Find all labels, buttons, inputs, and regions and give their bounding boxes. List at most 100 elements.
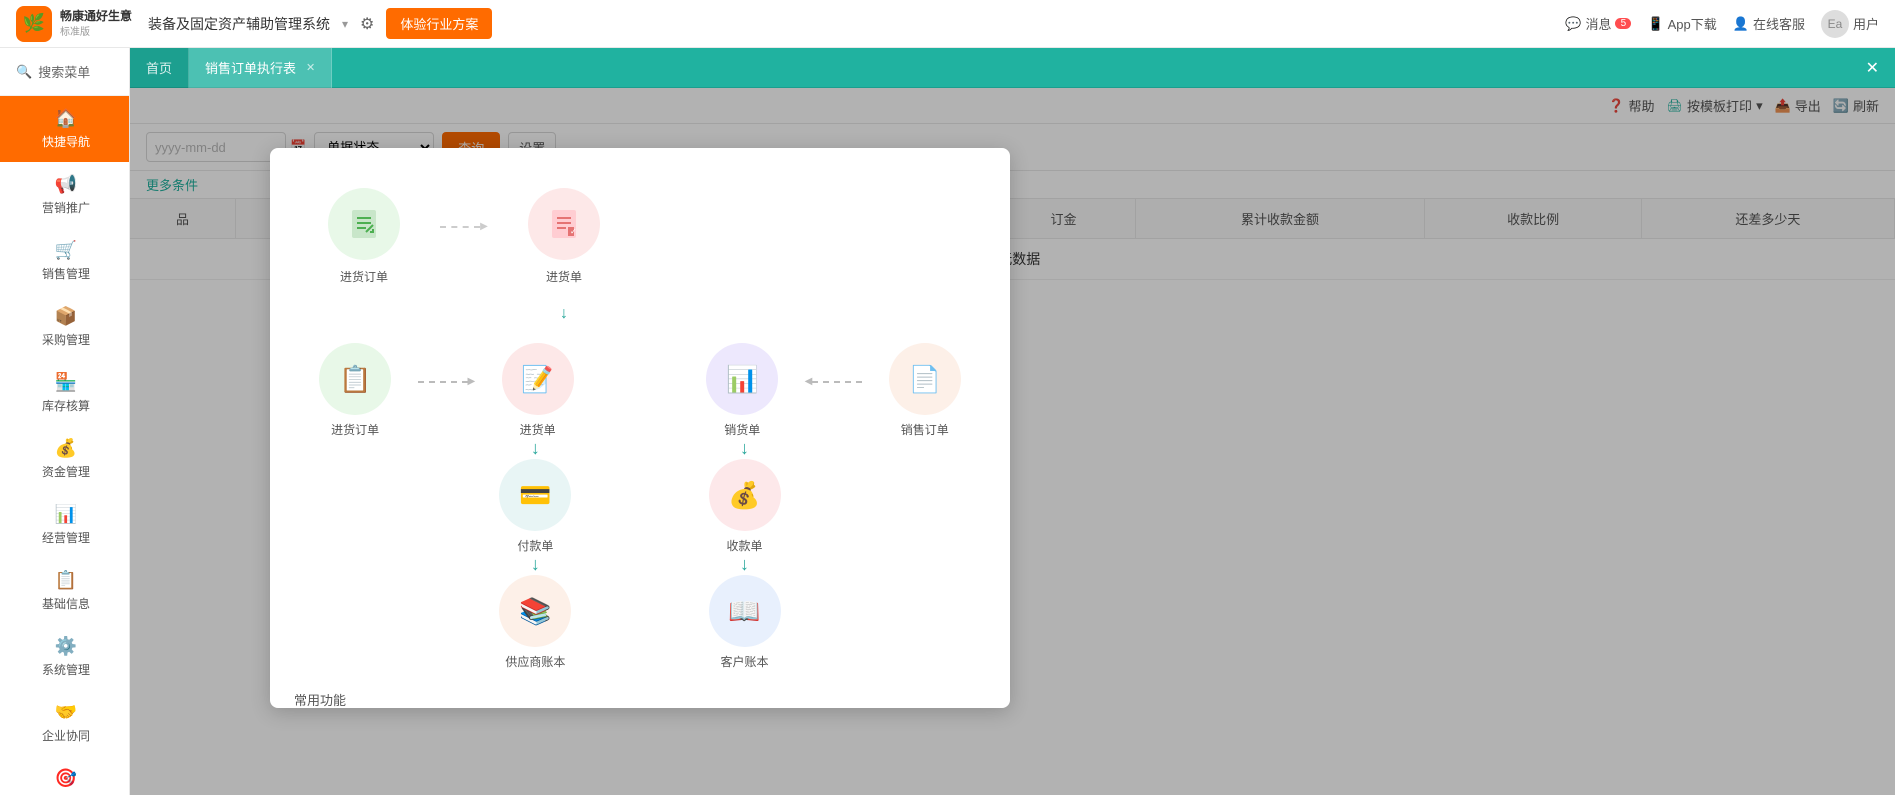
search-icon: 🔍 <box>16 64 32 80</box>
purchase-order-icon-circle: 📋 <box>319 343 391 415</box>
online-service-action[interactable]: 👤 在线客服 <box>1733 14 1805 33</box>
flow-row-arrows-down: ↓ ↓ <box>294 438 986 459</box>
common-functions: 常用功能 商品 往来单位 现存量(库存状况表) 现存量(库存分布表) 销售毛利分… <box>294 690 986 708</box>
down-arrow-purchase: ↓ <box>475 438 595 459</box>
flow-row-3: 💳 付款单 💰 收款单 <box>294 459 986 554</box>
sidebar-item-purchase[interactable]: 📦 采购管理 <box>0 294 129 360</box>
node-purchase-bill[interactable]: 📝 进货单 <box>478 343 598 438</box>
search-menu-btn[interactable]: 🔍 搜索菜单 <box>8 58 121 85</box>
trial-button[interactable]: 体验行业方案 <box>386 8 492 39</box>
user-area[interactable]: Ea 用户 <box>1821 10 1879 38</box>
node-supplier-ledger[interactable]: 📚 供应商账本 <box>475 575 595 670</box>
modal-box: 进货订单 ▶ ✓ <box>270 148 1010 708</box>
system-settings-icon[interactable]: ⚙ <box>360 14 374 34</box>
logo-title: 畅康通好生意 <box>60 9 132 23</box>
sales-bill-icon-circle: 📊 <box>706 343 778 415</box>
logo-subtitle: 标准版 <box>60 23 132 38</box>
purchase-order-circle <box>328 188 400 260</box>
customer-ledger-node-label: 客户账本 <box>721 653 769 670</box>
header-right: 💬 消息 5 📱 App下载 👤 在线客服 Ea 用户 <box>1565 10 1879 38</box>
message-icon: 💬 <box>1565 16 1581 32</box>
purchase-bill-circle: ✓ <box>528 188 600 260</box>
node-purchase-order[interactable]: 📋 进货订单 <box>295 343 415 438</box>
sidebar-item-finance[interactable]: 💰 资金管理 <box>0 426 129 492</box>
sidebar-item-quick-nav[interactable]: 🏠 快捷导航 <box>0 96 129 162</box>
sidebar-item-system-label: 系统管理 <box>42 661 90 678</box>
home-tab-label: 首页 <box>146 58 172 77</box>
tab-close-icon[interactable]: ✕ <box>306 61 315 74</box>
customer-ledger-icon-circle: 📖 <box>709 575 781 647</box>
tab-home[interactable]: 首页 <box>130 48 189 88</box>
header-left: 🌿 畅康通好生意 标准版 装备及固定资产辅助管理系统 ▾ ⚙ 体验行业方案 <box>16 6 492 42</box>
sidebar-item-inventory-label: 库存核算 <box>42 397 90 414</box>
main-layout: 🔍 搜索菜单 🏠 快捷导航 📢 营销推广 🛒 销售管理 📦 采购管理 <box>0 48 1895 795</box>
tab-bar-close-btn[interactable]: ✕ <box>1850 58 1895 78</box>
node-sales-bill[interactable]: 📊 销货单 <box>682 343 802 438</box>
node-sales-order[interactable]: 📄 销售订单 <box>865 343 985 438</box>
system-dropdown-arrow[interactable]: ▾ <box>342 17 348 31</box>
purchase-bill-label: 进货单 <box>546 268 582 285</box>
message-action[interactable]: 💬 消息 5 <box>1565 14 1631 33</box>
sales-order-node-label: 销售订单 <box>901 421 949 438</box>
logo-text: 畅康通好生意 标准版 <box>60 9 132 38</box>
purchase-bill-icon-circle: 📝 <box>502 343 574 415</box>
sidebar-item-inventory[interactable]: 🏪 库存核算 <box>0 360 129 426</box>
svg-text:✓: ✓ <box>570 227 577 236</box>
purchase-order-node-label: 进货订单 <box>331 421 379 438</box>
common-functions-title: 常用功能 <box>294 690 986 708</box>
avatar-text: Ea <box>1828 17 1843 31</box>
sidebar-item-marketing[interactable]: 📢 营销推广 <box>0 162 129 228</box>
flow-row-arrows-down-2: ↓ ↓ <box>294 554 986 575</box>
sidebar-item-purchase-label: 采购管理 <box>42 331 90 348</box>
flow-node-sales-order[interactable] <box>756 221 772 253</box>
modal-overlay[interactable]: 进货订单 ▶ ✓ <box>130 88 1895 795</box>
purchase-bill-node-label: 进货单 <box>520 421 556 438</box>
full-flow-diagram: 📋 进货订单 ▶ <box>294 343 986 670</box>
enterprise-icon: 🤝 <box>55 702 77 723</box>
flow-node-purchase-bill[interactable]: ✓ 进货单 <box>520 172 608 301</box>
sidebar-item-quick-nav-label: 快捷导航 <box>42 133 90 150</box>
download-icon: 📱 <box>1647 16 1663 32</box>
inventory-icon: 🏪 <box>55 372 77 393</box>
sidebar-item-sales-label: 销售管理 <box>42 265 90 282</box>
sidebar-item-enterprise[interactable]: 🤝 企业协同 <box>0 690 129 756</box>
sidebar-item-operations[interactable]: 📊 经营管理 <box>0 492 129 558</box>
sidebar-item-marketing-label: 营销推广 <box>42 199 90 216</box>
user-name-label: 用户 <box>1853 14 1879 33</box>
top-header: 🌿 畅康通好生意 标准版 装备及固定资产辅助管理系统 ▾ ⚙ 体验行业方案 💬 … <box>0 0 1895 48</box>
sidebar-item-basic-info-label: 基础信息 <box>42 595 90 612</box>
sidebar-item-guide[interactable]: 🎯 新手引导 <box>0 756 129 795</box>
marketing-icon: 📢 <box>55 174 77 195</box>
app-download-action[interactable]: 📱 App下载 <box>1647 14 1716 33</box>
service-icon: 👤 <box>1733 16 1749 32</box>
quick-nav-icon: 🏠 <box>55 108 77 129</box>
flow-diagram: 进货订单 ▶ ✓ <box>294 172 986 327</box>
node-receipt-bill[interactable]: 💰 收款单 <box>685 459 805 554</box>
receipt-bill-node-label: 收款单 <box>727 537 763 554</box>
receipt-bill-icon-circle: 💰 <box>709 459 781 531</box>
payment-bill-icon-circle: 💳 <box>499 459 571 531</box>
user-avatar: Ea <box>1821 10 1849 38</box>
node-customer-ledger[interactable]: 📖 客户账本 <box>685 575 805 670</box>
message-label: 消息 <box>1585 14 1611 33</box>
content-area: 首页 销售订单执行表 ✕ ✕ ❓ 帮助 <box>130 48 1895 795</box>
sidebar-item-sales[interactable]: 🛒 销售管理 <box>0 228 129 294</box>
sidebar-item-basic-info[interactable]: 📋 基础信息 <box>0 558 129 624</box>
flow-node-purchase-order[interactable]: 进货订单 <box>320 172 408 301</box>
app-container: 🌿 畅康通好生意 标准版 装备及固定资产辅助管理系统 ▾ ⚙ 体验行业方案 💬 … <box>0 0 1895 795</box>
modal-content: 进货订单 ▶ ✓ <box>270 148 1010 708</box>
finance-icon: 💰 <box>55 438 77 459</box>
sidebar-item-enterprise-label: 企业协同 <box>42 727 90 744</box>
sidebar-item-operations-label: 经营管理 <box>42 529 90 546</box>
page-content: ❓ 帮助 🖨 按模板打印 ▾ 📤 导出 🔄 <box>130 88 1895 795</box>
supplier-ledger-icon-circle: 📚 <box>499 575 571 647</box>
system-icon: ⚙️ <box>55 636 77 657</box>
sidebar-item-system[interactable]: ⚙️ 系统管理 <box>0 624 129 690</box>
sidebar-search-area: 🔍 搜索菜单 <box>0 48 129 96</box>
node-payment-bill[interactable]: 💳 付款单 <box>475 459 595 554</box>
system-name: 装备及固定资产辅助管理系统 <box>148 14 330 34</box>
logo-area: 🌿 畅康通好生意 标准版 <box>16 6 136 42</box>
tab-sales-order[interactable]: 销售订单执行表 ✕ <box>189 48 332 88</box>
flow-row-1: 📋 进货订单 ▶ <box>294 343 986 438</box>
arrow-1: ▶ <box>440 221 488 252</box>
